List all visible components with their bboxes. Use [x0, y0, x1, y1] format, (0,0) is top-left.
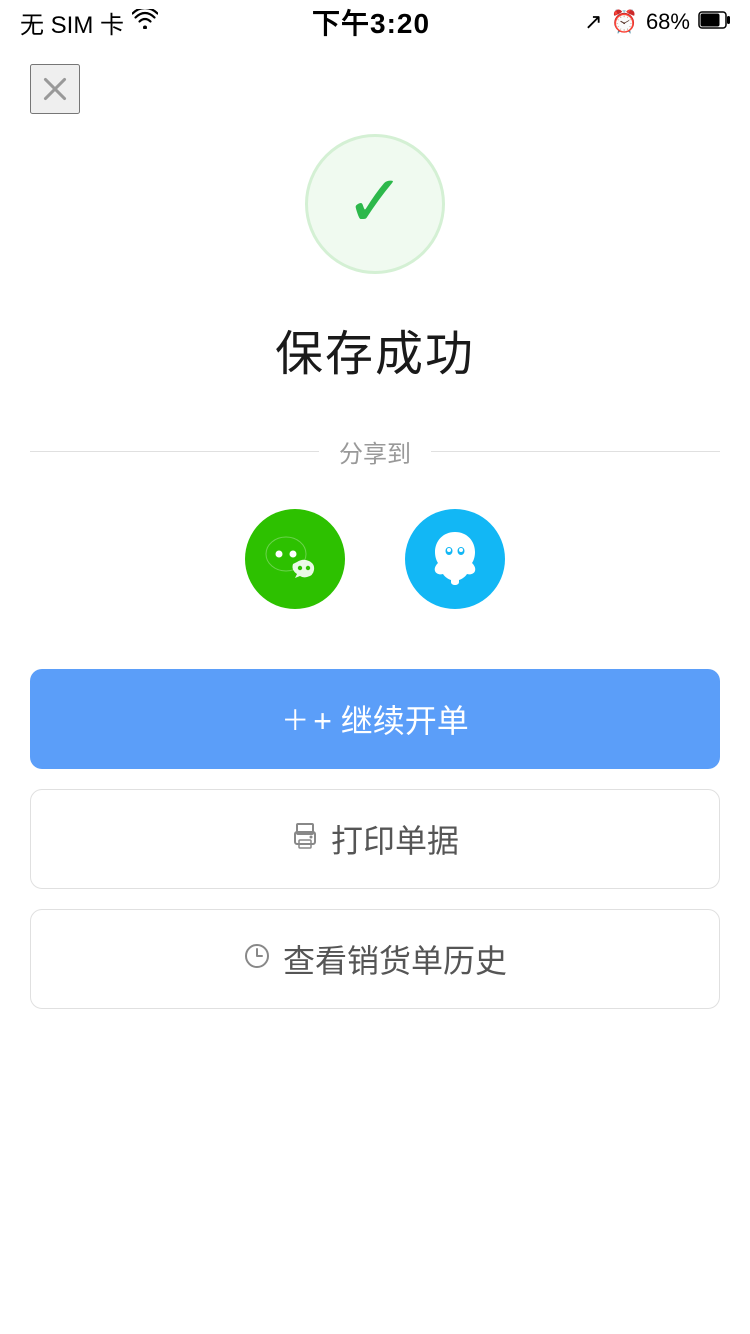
location-icon: ↗ [584, 9, 602, 35]
share-icons-container [245, 509, 505, 609]
continue-button[interactable]: ＋ + 继续开单 [30, 669, 720, 769]
status-carrier: 无 SIM 卡 [20, 5, 158, 40]
action-buttons-container: ＋ + 继续开单 打印单据 查看销货单历 [30, 669, 720, 1009]
wechat-icon [265, 532, 325, 587]
success-title: 保存成功 [275, 314, 475, 384]
print-button[interactable]: 打印单据 [30, 789, 720, 889]
battery-percent: 68% [646, 9, 690, 35]
print-label: 打印单据 [331, 816, 459, 862]
continue-label: + 继续开单 [313, 696, 469, 742]
status-time: 下午3:20 [312, 2, 430, 42]
wechat-share-button[interactable] [245, 509, 345, 609]
divider-line-left [30, 451, 319, 452]
main-content: ✓ 保存成功 分享到 [0, 44, 750, 1334]
battery-icon [698, 9, 730, 35]
qq-icon [429, 528, 481, 590]
carrier-text: 无 SIM 卡 [20, 5, 124, 40]
print-icon [291, 822, 319, 857]
history-label: 查看销货单历史 [283, 936, 507, 982]
close-button[interactable] [30, 64, 80, 114]
success-circle: ✓ [305, 134, 445, 274]
status-battery-section: ↗ ⏰ 68% [584, 9, 730, 35]
share-label: 分享到 [339, 434, 411, 469]
divider-line-right [431, 451, 720, 452]
history-button[interactable]: 查看销货单历史 [30, 909, 720, 1009]
close-icon [37, 71, 73, 107]
continue-plus-icon: ＋ [281, 699, 309, 739]
wifi-icon [132, 8, 158, 36]
qq-share-button[interactable] [405, 509, 505, 609]
checkmark-icon: ✓ [345, 166, 405, 238]
share-divider-section: 分享到 [30, 434, 720, 469]
history-icon [243, 942, 271, 977]
status-bar: 无 SIM 卡 下午3:20 ↗ ⏰ 68% [0, 0, 750, 44]
alarm-icon: ⏰ [611, 9, 638, 35]
